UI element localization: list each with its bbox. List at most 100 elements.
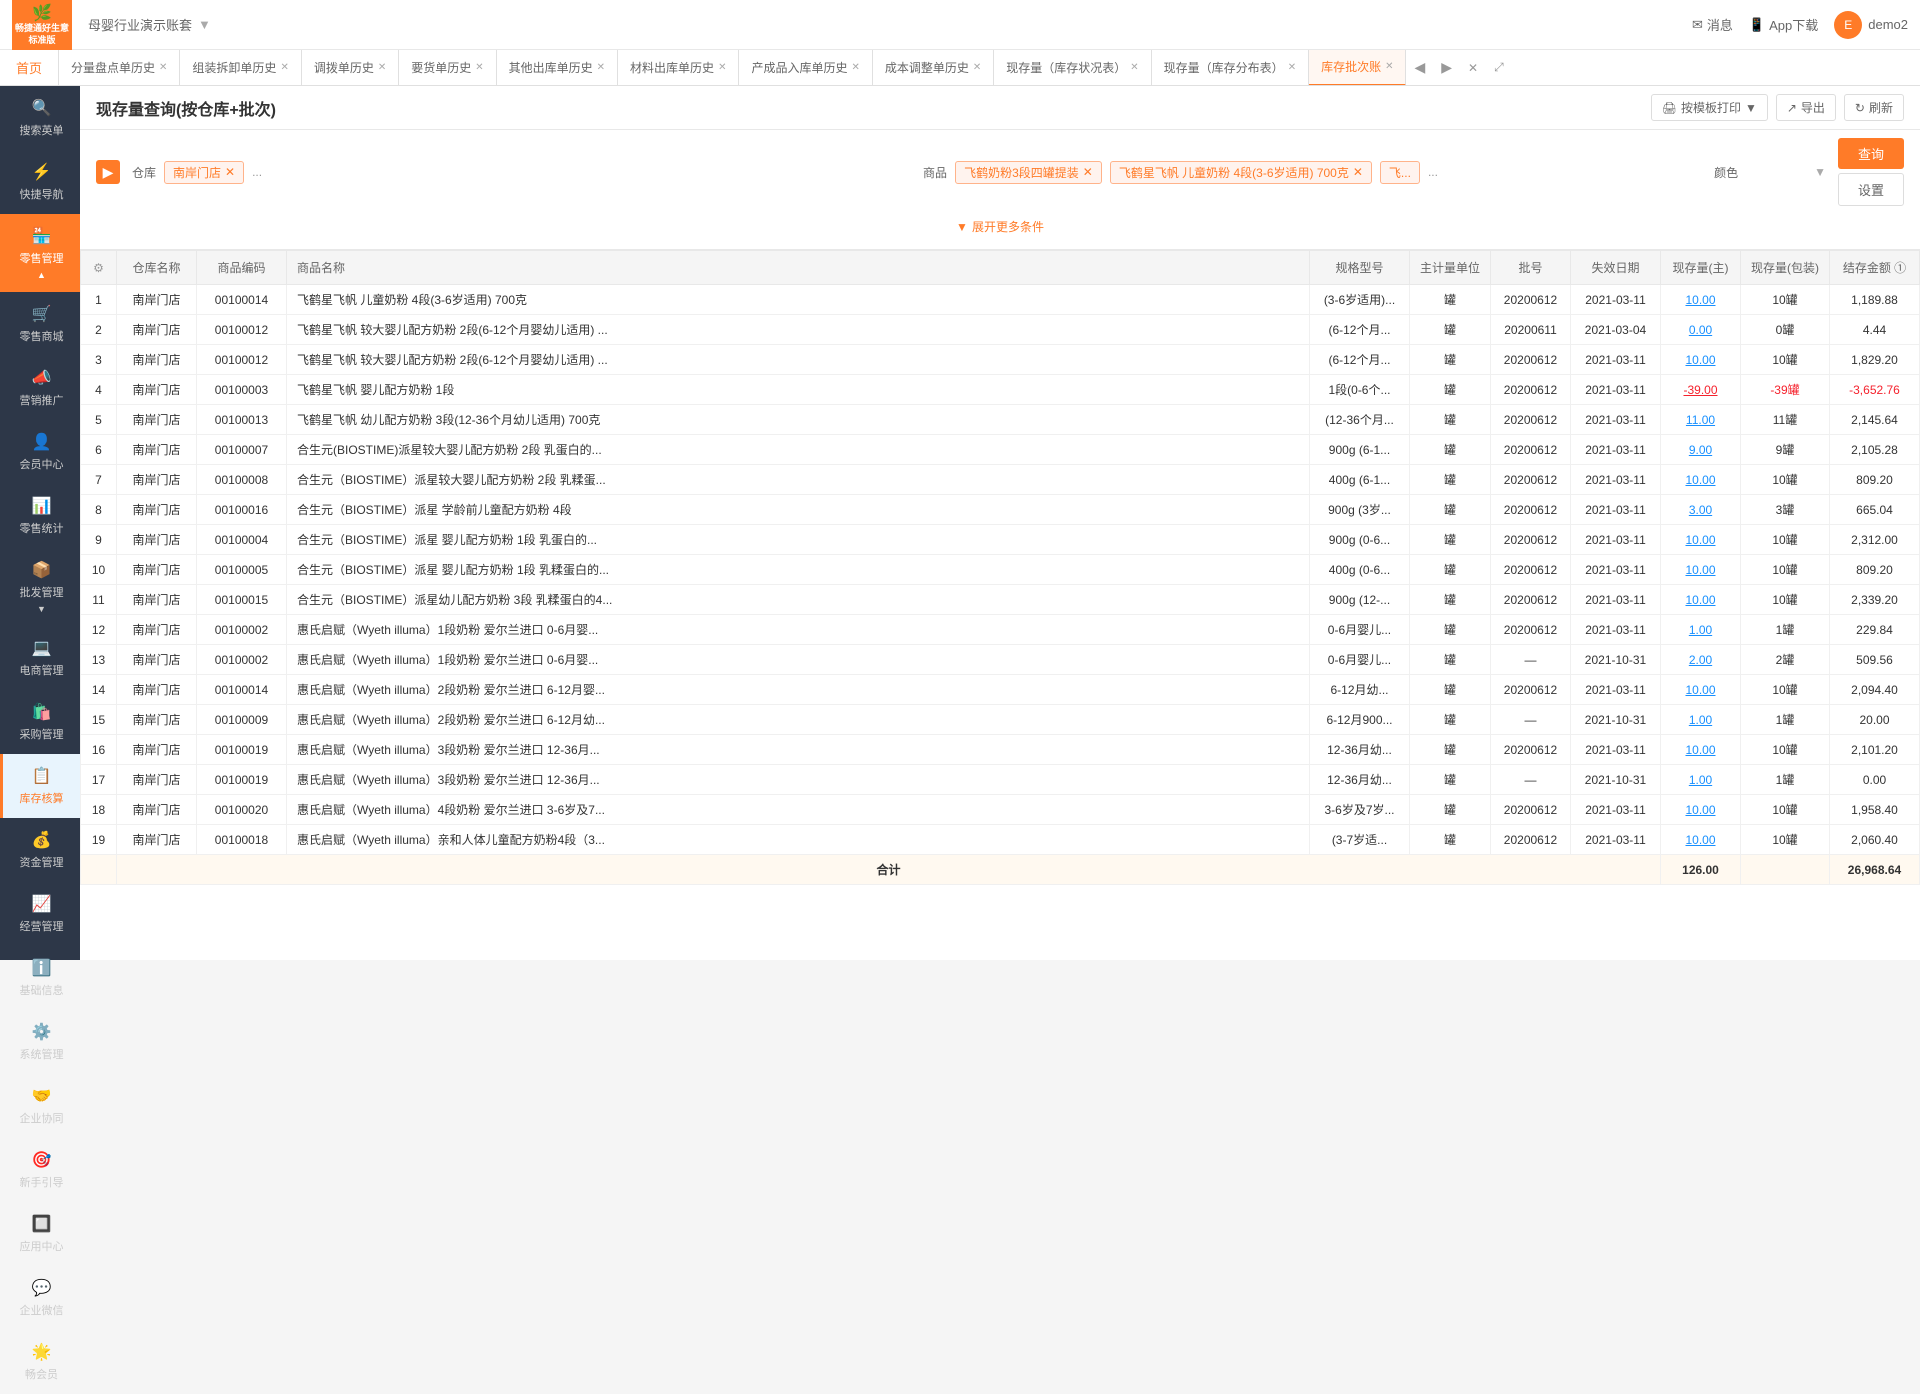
stock-main-link[interactable]: 10.00 xyxy=(1685,683,1715,697)
tab-close-icon[interactable]: ✕ xyxy=(1385,61,1393,72)
cell-stock-main[interactable]: 2.00 xyxy=(1661,645,1741,675)
tab-close-icon[interactable]: ✕ xyxy=(973,62,981,73)
tab-close-all-btn[interactable]: ✕ xyxy=(1460,61,1486,75)
sidebar-item-marketing[interactable]: 📣 营销推广 xyxy=(0,356,80,420)
cell-stock-main[interactable]: 1.00 xyxy=(1661,765,1741,795)
sidebar-item-ecommerce[interactable]: 💻 电商管理 xyxy=(0,626,80,690)
sidebar-item-collab[interactable]: 🤝 企业协同 xyxy=(0,1074,80,1138)
tab-kucun-dist[interactable]: 现存量（库存分布表） ✕ xyxy=(1152,50,1309,86)
goods-tag1-close[interactable]: ✕ xyxy=(1083,165,1093,179)
setting-btn[interactable]: 设置 xyxy=(1838,173,1904,206)
goods-tag-2[interactable]: 飞鹤星飞帆 儿童奶粉 4段(3-6岁适用) 700克 ✕ xyxy=(1110,161,1372,184)
refresh-btn[interactable]: ↻ 刷新 xyxy=(1844,94,1904,121)
tab-diaoboddan[interactable]: 调拨单历史 ✕ xyxy=(302,50,399,86)
cell-stock-main[interactable]: 10.00 xyxy=(1661,285,1741,315)
stock-main-link[interactable]: -39.00 xyxy=(1683,383,1717,397)
sidebar-item-bizmanage[interactable]: 📈 经营管理 xyxy=(0,882,80,946)
tab-home[interactable]: 首页 xyxy=(0,50,59,86)
stock-main-link[interactable]: 11.00 xyxy=(1686,413,1715,427)
warehouse-tag-close[interactable]: ✕ xyxy=(225,165,235,179)
stock-main-link[interactable]: 1.00 xyxy=(1689,773,1712,787)
stock-main-link[interactable]: 0.00 xyxy=(1689,323,1712,337)
tab-close-icon[interactable]: ✕ xyxy=(1288,62,1296,73)
goods-more[interactable]: ... xyxy=(1428,165,1438,179)
sidebar-item-retail-stats[interactable]: 📊 零售统计 xyxy=(0,484,80,548)
sidebar-item-vip[interactable]: 🌟 畅会员 xyxy=(0,1330,80,1394)
breadcrumb[interactable]: 母婴行业演示账套 ▼ xyxy=(88,15,211,34)
stock-main-link[interactable]: 10.00 xyxy=(1685,803,1715,817)
cell-stock-main[interactable]: 10.00 xyxy=(1661,345,1741,375)
gear-icon[interactable]: ⚙ xyxy=(93,261,104,275)
tab-chengben[interactable]: 成本调整单历史 ✕ xyxy=(873,50,994,86)
cell-stock-main[interactable]: 10.00 xyxy=(1661,675,1741,705)
stock-main-link[interactable]: 1.00 xyxy=(1689,713,1712,727)
stock-main-link[interactable]: 1.00 xyxy=(1689,623,1712,637)
stock-main-link[interactable]: 3.00 xyxy=(1689,503,1712,517)
filter-toggle-btn[interactable]: ▶ xyxy=(96,160,120,184)
stock-main-link[interactable]: 10.00 xyxy=(1685,533,1715,547)
export-btn[interactable]: ↗ 导出 xyxy=(1776,94,1836,121)
tab-prev-btn[interactable]: ◀ xyxy=(1406,59,1433,76)
warehouse-more[interactable]: ... xyxy=(252,165,262,179)
cell-stock-main[interactable]: 10.00 xyxy=(1661,795,1741,825)
print-btn[interactable]: 🖨 按模板打印 ▼ xyxy=(1651,94,1768,121)
stock-main-link[interactable]: 10.00 xyxy=(1685,473,1715,487)
stock-main-link[interactable]: 2.00 xyxy=(1689,653,1712,667)
sidebar-item-retail[interactable]: 🏪 零售管理 ▲ xyxy=(0,214,80,292)
tab-close-icon[interactable]: ✕ xyxy=(718,62,726,73)
cell-stock-main[interactable]: 1.00 xyxy=(1661,705,1741,735)
stock-main-link[interactable]: 9.00 xyxy=(1689,443,1712,457)
tab-maximize-btn[interactable]: ⤢ xyxy=(1486,60,1512,75)
tab-fenliangpandian[interactable]: 分量盘点单历史 ✕ xyxy=(59,50,180,86)
cell-stock-main[interactable]: 10.00 xyxy=(1661,585,1741,615)
tab-zuzhuangchaixie[interactable]: 组装拆卸单历史 ✕ xyxy=(180,50,301,86)
stock-main-link[interactable]: 10.00 xyxy=(1685,593,1715,607)
sidebar-item-member[interactable]: 👤 会员中心 xyxy=(0,420,80,484)
goods-tag-1[interactable]: 飞鹤奶粉3段四罐提装 ✕ xyxy=(955,161,1102,184)
goods-tag2-close[interactable]: ✕ xyxy=(1353,165,1363,179)
tab-close-icon[interactable]: ✕ xyxy=(159,62,167,73)
tab-close-icon[interactable]: ✕ xyxy=(280,62,288,73)
stock-main-link[interactable]: 10.00 xyxy=(1685,743,1715,757)
sidebar-item-quicknav[interactable]: ⚡ 快捷导航 xyxy=(0,150,80,214)
cell-stock-main[interactable]: 9.00 xyxy=(1661,435,1741,465)
sidebar-item-appcenter[interactable]: 🔲 应用中心 xyxy=(0,1202,80,1266)
cell-stock-main[interactable]: 10.00 xyxy=(1661,825,1741,855)
color-dropdown-icon[interactable]: ▼ xyxy=(1814,165,1826,179)
sidebar-item-basicinfo[interactable]: ℹ️ 基础信息 xyxy=(0,946,80,1010)
app-download-btn[interactable]: 📱 App下载 xyxy=(1749,15,1818,34)
cell-stock-main[interactable]: -39.00 xyxy=(1661,375,1741,405)
stock-main-link[interactable]: 10.00 xyxy=(1685,563,1715,577)
sidebar-item-wework[interactable]: 💬 企业微信 xyxy=(0,1266,80,1330)
stock-main-link[interactable]: 10.00 xyxy=(1685,833,1715,847)
goods-tag-3[interactable]: 飞... xyxy=(1380,161,1420,184)
sidebar-item-inventory[interactable]: 📋 库存核算 xyxy=(0,754,80,818)
stock-main-link[interactable]: 10.00 xyxy=(1685,353,1715,367)
stock-main-link[interactable]: 10.00 xyxy=(1685,293,1715,307)
sidebar-item-wholesale[interactable]: 📦 批发管理 ▼ xyxy=(0,548,80,626)
warehouse-tag[interactable]: 南岸门店 ✕ xyxy=(164,161,244,184)
tab-cailiaochuku[interactable]: 材料出库单历史 ✕ xyxy=(618,50,739,86)
tab-qitachuku[interactable]: 其他出库单历史 ✕ xyxy=(497,50,618,86)
sidebar-item-finance[interactable]: 💰 资金管理 xyxy=(0,818,80,882)
sidebar-item-sysmanage[interactable]: ⚙️ 系统管理 xyxy=(0,1010,80,1074)
query-btn[interactable]: 查询 xyxy=(1838,138,1904,169)
tab-chanpin[interactable]: 产成品入库单历史 ✕ xyxy=(739,50,872,86)
sidebar-item-search[interactable]: 🔍 搜索英单 xyxy=(0,86,80,150)
tab-close-icon[interactable]: ✕ xyxy=(597,62,605,73)
cell-stock-main[interactable]: 10.00 xyxy=(1661,525,1741,555)
tab-close-icon[interactable]: ✕ xyxy=(475,62,483,73)
cell-stock-main[interactable]: 10.00 xyxy=(1661,465,1741,495)
tab-next-btn[interactable]: ▶ xyxy=(1433,59,1460,76)
tab-close-icon[interactable]: ✕ xyxy=(1130,62,1138,73)
sidebar-item-mall[interactable]: 🛒 零售商城 xyxy=(0,292,80,356)
tab-close-icon[interactable]: ✕ xyxy=(851,62,859,73)
tab-kucun-batch[interactable]: 库存批次账 ✕ xyxy=(1309,50,1406,86)
cell-stock-main[interactable]: 1.00 xyxy=(1661,615,1741,645)
cell-stock-main[interactable]: 10.00 xyxy=(1661,735,1741,765)
tab-yaohuo[interactable]: 要货单历史 ✕ xyxy=(399,50,496,86)
cell-stock-main[interactable]: 0.00 xyxy=(1661,315,1741,345)
cell-stock-main[interactable]: 3.00 xyxy=(1661,495,1741,525)
cell-stock-main[interactable]: 10.00 xyxy=(1661,555,1741,585)
cell-stock-main[interactable]: 11.00 xyxy=(1661,405,1741,435)
